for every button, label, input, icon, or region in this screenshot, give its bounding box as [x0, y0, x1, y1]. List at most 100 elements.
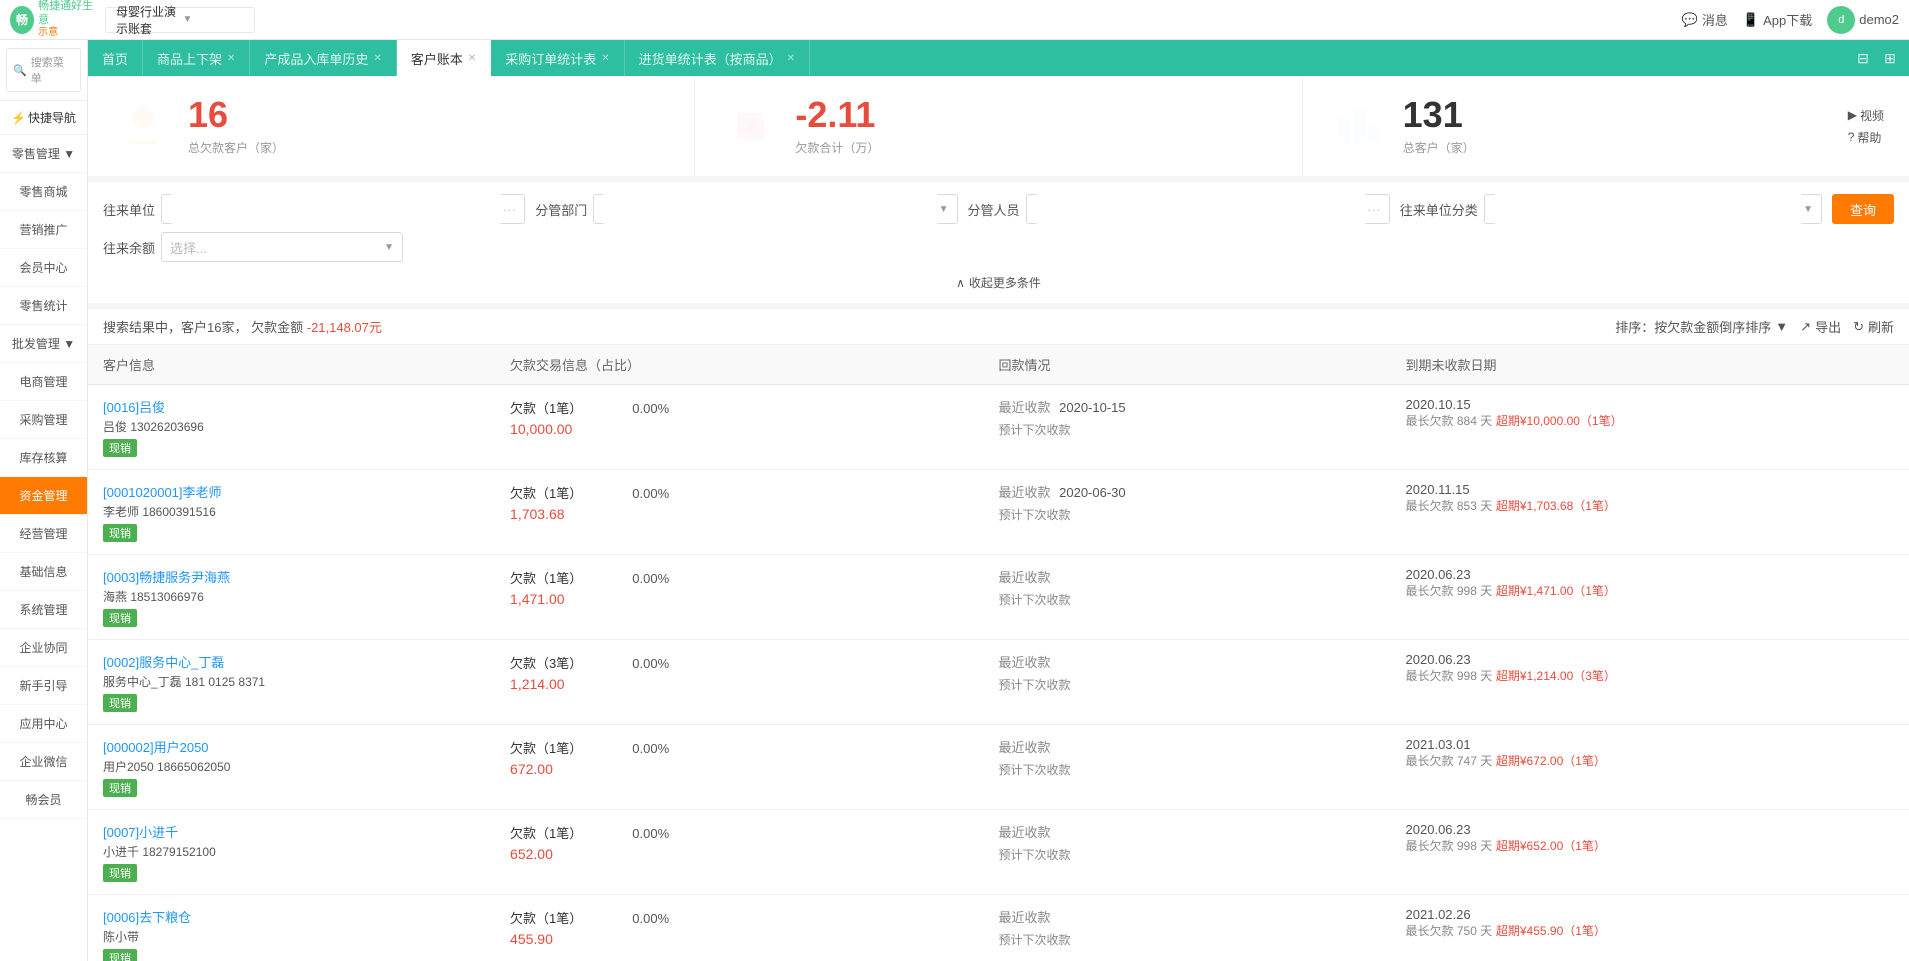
- sidebar-item-label: 企业微信: [19, 755, 67, 769]
- from-unit-input[interactable]: [170, 194, 502, 224]
- debt-count-5: 欠款（1笔）: [510, 823, 582, 842]
- store-selector[interactable]: 母婴行业演示账套 ▼: [105, 7, 255, 33]
- tab-minimize-button[interactable]: ⊟: [1852, 47, 1874, 69]
- tab-stock-stats[interactable]: 进货单统计表（按商品） ✕: [625, 40, 810, 76]
- sidebar-item-retail-stats[interactable]: 零售统计: [0, 287, 87, 325]
- person-input-wrapper: ···: [1026, 194, 1390, 224]
- overdue-0[interactable]: 超期¥10,000.00（1笔）: [1496, 414, 1623, 428]
- result-bar: 搜索结果中，客户16家， 欠款金额 -21,148.07元 排序：按欠款金额倒序…: [88, 309, 1909, 345]
- debt-count-6: 欠款（1笔）: [510, 908, 582, 927]
- customer-cell-4: [000002]用户2050 用户2050 18665062050 现销: [103, 737, 510, 797]
- filter-dept: 分管部门 ▼: [535, 194, 957, 224]
- video-button[interactable]: ▶ 视频: [1848, 107, 1884, 124]
- sidebar-item-purchase[interactable]: 采购管理: [0, 401, 87, 439]
- customer-name-3[interactable]: [0002]服务中心_丁磊: [103, 652, 510, 671]
- download-icon: 📱: [1743, 12, 1759, 28]
- debt-amount-6: 455.90: [510, 931, 998, 947]
- dept-input[interactable]: [602, 194, 938, 224]
- due-days-4: 最长欠款 747 天 超期¥672.00（1笔）: [1406, 752, 1894, 769]
- return-date-1: 2020-06-30: [1059, 485, 1126, 500]
- person-dots-icon: ···: [1367, 201, 1381, 217]
- customer-name-1[interactable]: [0001020001]李老师: [103, 482, 510, 501]
- sidebar-item-retail-mgmt[interactable]: 零售管理 ▼: [0, 135, 87, 173]
- help-button[interactable]: ? 帮助: [1848, 129, 1884, 146]
- tab-customer-ledger[interactable]: 客户账本 ✕: [397, 40, 491, 76]
- page-content: 16 总欠款客户（家） ¥ -2.11: [88, 76, 1909, 961]
- overdue-5[interactable]: 超期¥652.00（1笔）: [1496, 839, 1606, 853]
- dept-input-wrapper: ▼: [593, 194, 957, 224]
- sidebar-item-system[interactable]: 系统管理: [0, 591, 87, 629]
- sort-action[interactable]: 排序：按欠款金额倒序排序 ▼: [1615, 317, 1788, 336]
- return-next-6: 预计下次收款: [999, 931, 1406, 948]
- customer-name-2[interactable]: [0003]畅捷服务尹海燕: [103, 567, 510, 586]
- tab-purchase-order-stats[interactable]: 采购订单统计表 ✕: [491, 40, 624, 76]
- overdue-3[interactable]: 超期¥1,214.00（3笔）: [1496, 669, 1616, 683]
- sidebar-item-app-center[interactable]: 应用中心: [0, 705, 87, 743]
- due-date-5: 2020.06.23: [1406, 822, 1894, 837]
- tab-product-listing[interactable]: 商品上下架 ✕: [143, 40, 250, 76]
- total-customers-label: 总客户（家）: [1403, 139, 1475, 156]
- sidebar-item-wechat[interactable]: 企业微信: [0, 743, 87, 781]
- close-tab-icon[interactable]: ✕: [787, 53, 795, 64]
- person-input[interactable]: [1035, 194, 1367, 224]
- sidebar-item-ecommerce[interactable]: 电商管理: [0, 363, 87, 401]
- unit-class-input[interactable]: [1493, 194, 1803, 224]
- close-tab-icon[interactable]: ✕: [373, 53, 381, 64]
- sidebar-item-member2[interactable]: 畅会员: [0, 781, 87, 819]
- sidebar-item-label: 资金管理: [19, 489, 67, 503]
- tab-home[interactable]: 首页: [88, 40, 143, 76]
- sidebar-item-retail-mall[interactable]: 零售商城: [0, 173, 87, 211]
- app-download-button[interactable]: 📱 App下载: [1743, 10, 1812, 29]
- sidebar-item-label: 采购管理: [19, 413, 67, 427]
- sidebar-item-label: 电商管理: [19, 375, 67, 389]
- user-avatar-button[interactable]: d demo2: [1827, 6, 1899, 34]
- overdue-2[interactable]: 超期¥1,471.00（1笔）: [1496, 584, 1616, 598]
- sidebar-item-label: 库存核算: [19, 451, 67, 465]
- customer-name-4[interactable]: [000002]用户2050: [103, 737, 510, 756]
- debt-cell-1: 欠款（1笔） 0.00% 1,703.68: [510, 482, 998, 522]
- sidebar-item-wholesale[interactable]: 批发管理 ▼: [0, 325, 87, 363]
- customer-cell-6: [0006]去下粮仓 陈小带 现销: [103, 907, 510, 961]
- quick-nav-item[interactable]: ⚡ 快捷导航: [0, 101, 87, 135]
- customer-name-0[interactable]: [0016]吕俊: [103, 397, 510, 416]
- close-tab-icon[interactable]: ✕: [468, 53, 476, 64]
- sidebar-item-enterprise[interactable]: 企业协同: [0, 629, 87, 667]
- header-due: 到期未收款日期: [1406, 355, 1894, 374]
- due-cell-1: 2020.11.15 最长欠款 853 天 超期¥1,703.68（1笔）: [1406, 482, 1894, 514]
- sidebar-item-label: 经营管理: [19, 527, 67, 541]
- header-return: 回款情况: [999, 355, 1406, 374]
- sidebar-item-basic-info[interactable]: 基础信息: [0, 553, 87, 591]
- customer-name-5[interactable]: [0007]小进千: [103, 822, 510, 841]
- customer-name-6[interactable]: [0006]去下粮仓: [103, 907, 510, 926]
- sidebar-search-area: 🔍 搜索菜单: [0, 40, 87, 101]
- logo-icon: 畅: [10, 6, 34, 34]
- return-date-0: 2020-10-15: [1059, 400, 1126, 415]
- sidebar-item-inventory[interactable]: 库存核算: [0, 439, 87, 477]
- sidebar-search-button[interactable]: 🔍 搜索菜单: [6, 48, 81, 92]
- store-name: 母婴行业演示账套: [116, 3, 178, 37]
- due-date-6: 2021.02.26: [1406, 907, 1894, 922]
- sidebar-item-operations[interactable]: 经营管理: [0, 515, 87, 553]
- tab-finished-goods[interactable]: 产成品入库单历史 ✕: [250, 40, 396, 76]
- sidebar-item-label: 营销推广: [19, 223, 67, 237]
- overdue-4[interactable]: 超期¥672.00（1笔）: [1496, 754, 1606, 768]
- refresh-button[interactable]: ↻ 刷新: [1853, 317, 1894, 336]
- collapse-filter-button[interactable]: ∧ 收起更多条件: [103, 270, 1894, 291]
- overdue-1[interactable]: 超期¥1,703.68（1笔）: [1496, 499, 1616, 513]
- return-next-3: 预计下次收款: [999, 676, 1406, 693]
- sidebar-item-member[interactable]: 会员中心: [0, 249, 87, 287]
- message-button[interactable]: 💬 消息: [1682, 10, 1728, 29]
- sidebar-item-finance[interactable]: 资金管理: [0, 477, 87, 515]
- close-tab-icon[interactable]: ✕: [227, 53, 235, 64]
- debt-percent-6: 0.00%: [632, 911, 669, 926]
- overdue-6[interactable]: 超期¥455.90（1笔）: [1496, 924, 1606, 938]
- sidebar-item-guide[interactable]: 新手引导: [0, 667, 87, 705]
- close-tab-icon[interactable]: ✕: [601, 53, 609, 64]
- search-button[interactable]: 查询: [1832, 194, 1894, 224]
- sidebar-item-marketing[interactable]: 营销推广: [0, 211, 87, 249]
- customer-tag-1: 现销: [103, 524, 137, 542]
- tab-expand-button[interactable]: ⊞: [1879, 47, 1901, 69]
- total-customers-icon: [1328, 96, 1388, 156]
- export-button[interactable]: ↗ 导出: [1800, 317, 1841, 336]
- customer-phone-2: 海燕 18513066976: [103, 588, 510, 605]
